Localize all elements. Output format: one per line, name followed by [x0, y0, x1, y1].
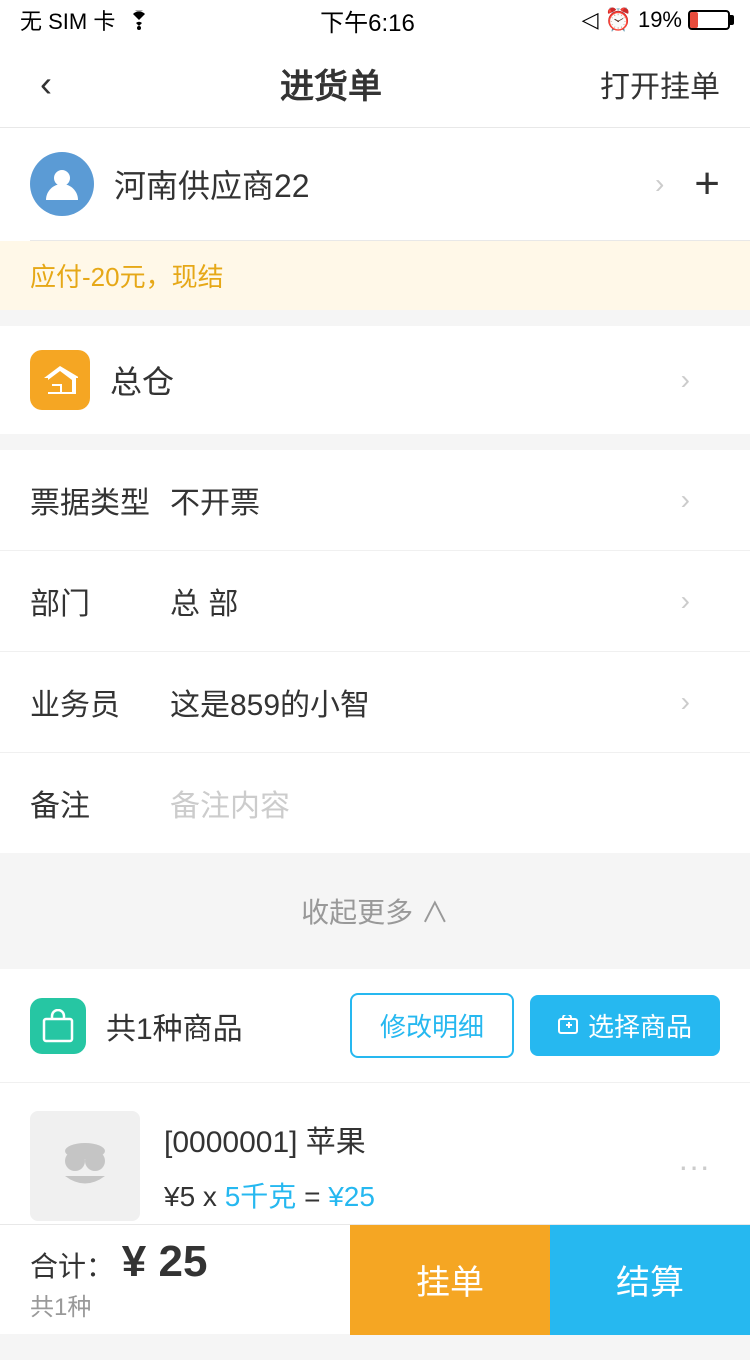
salesman-value: 这是859的小智 — [170, 680, 681, 724]
product-more-button[interactable]: ··· — [668, 1138, 720, 1195]
location-icon: ◁ — [582, 7, 599, 33]
invoice-chevron-icon: › — [681, 484, 690, 516]
warehouse-chevron-icon: › — [681, 364, 690, 396]
products-section: 共1种商品 修改明细 选择商品 — [0, 969, 750, 1250]
warehouse-row[interactable]: 总仓 › — [0, 326, 750, 434]
supplier-name: 河南供应商22 — [114, 161, 655, 207]
price-total: ¥25 — [328, 1181, 375, 1212]
salesman-row[interactable]: 业务员 这是859的小智 › — [0, 652, 750, 753]
remark-input[interactable]: 备注内容 — [170, 781, 720, 825]
footer-total: 合计： ¥ 25 共1种 — [0, 1237, 350, 1322]
supplier-section: 河南供应商22 › + 应付-20元，现结 — [0, 128, 750, 310]
person-icon — [42, 164, 82, 204]
pay-button[interactable]: 结算 — [550, 1225, 750, 1335]
price-quantity: 5千克 — [225, 1181, 297, 1212]
product-code: [0000001] 苹果 — [164, 1126, 366, 1159]
payment-hint: 应付-20元，现结 — [0, 241, 750, 310]
back-button[interactable]: ‹ — [30, 53, 62, 115]
footer-total-count: 共1种 — [30, 1287, 320, 1322]
status-left: 无 SIM 卡 — [20, 4, 153, 36]
home-icon — [42, 362, 78, 398]
add-button[interactable]: + — [694, 162, 720, 206]
wifi-icon — [125, 10, 153, 30]
product-info: [0000001] 苹果 ¥5 x 5千克 = ¥25 — [164, 1117, 668, 1215]
alarm-icon: ⏰ — [605, 7, 632, 33]
content: 河南供应商22 › + 应付-20元，现结 总仓 › 票据类型 不开票 › 部门… — [0, 128, 750, 1360]
department-row[interactable]: 部门 总 部 › — [0, 551, 750, 652]
remark-row[interactable]: 备注 备注内容 — [0, 753, 750, 853]
select-product-label: 选择商品 — [588, 1007, 692, 1044]
open-hang-button[interactable]: 打开挂单 — [600, 62, 720, 106]
form-section: 票据类型 不开票 › 部门 总 部 › 业务员 这是859的小智 › 备注 备注… — [0, 450, 750, 853]
price-base: ¥5 x — [164, 1181, 225, 1212]
nav-bar: ‹ 进货单 打开挂单 — [0, 40, 750, 128]
warehouse-name: 总仓 — [110, 357, 681, 403]
select-product-button[interactable]: 选择商品 — [530, 995, 720, 1056]
footer-total-row: 合计： ¥ 25 — [30, 1237, 320, 1287]
battery-percent: 19% — [638, 7, 682, 33]
product-name: [0000001] 苹果 — [164, 1117, 668, 1161]
supplier-chevron-icon: › — [655, 168, 664, 200]
status-right: ◁ ⏰ 19% — [582, 7, 730, 33]
signal-text: 无 SIM 卡 — [20, 4, 115, 36]
invoice-row[interactable]: 票据类型 不开票 › — [0, 450, 750, 551]
invoice-value: 不开票 — [170, 478, 681, 522]
owl-logo-icon — [50, 1131, 120, 1201]
salesman-label: 业务员 — [30, 680, 170, 724]
department-chevron-icon: › — [681, 585, 690, 617]
products-count: 共1种商品 — [106, 1004, 350, 1048]
collapse-button[interactable]: 收起更多 ∧ — [0, 869, 750, 953]
remark-label: 备注 — [30, 781, 170, 825]
footer-total-amount: ¥ 25 — [122, 1237, 208, 1286]
page-title: 进货单 — [280, 59, 382, 108]
status-time: 下午6:16 — [320, 3, 415, 38]
product-thumbnail — [30, 1111, 140, 1221]
products-header: 共1种商品 修改明细 选择商品 — [0, 969, 750, 1083]
salesman-chevron-icon: › — [681, 686, 690, 718]
warehouse-icon — [30, 350, 90, 410]
price-equals: = — [304, 1181, 328, 1212]
invoice-label: 票据类型 — [30, 478, 170, 522]
department-label: 部门 — [30, 579, 170, 623]
product-price: ¥5 x 5千克 = ¥25 — [164, 1175, 668, 1215]
hang-button[interactable]: 挂单 — [350, 1225, 550, 1335]
edit-detail-button[interactable]: 修改明细 — [350, 993, 514, 1058]
products-icon — [30, 998, 86, 1054]
footer-total-label: 合计： — [30, 1251, 114, 1282]
supplier-avatar — [30, 152, 94, 216]
supplier-row[interactable]: 河南供应商22 › + — [0, 128, 750, 240]
footer: 合计： ¥ 25 共1种 挂单 结算 — [0, 1224, 750, 1334]
shopping-bag-icon — [41, 1009, 75, 1043]
battery-icon — [688, 10, 730, 30]
department-value: 总 部 — [170, 579, 681, 623]
status-bar: 无 SIM 卡 下午6:16 ◁ ⏰ 19% — [0, 0, 750, 40]
cart-icon — [558, 1015, 580, 1037]
